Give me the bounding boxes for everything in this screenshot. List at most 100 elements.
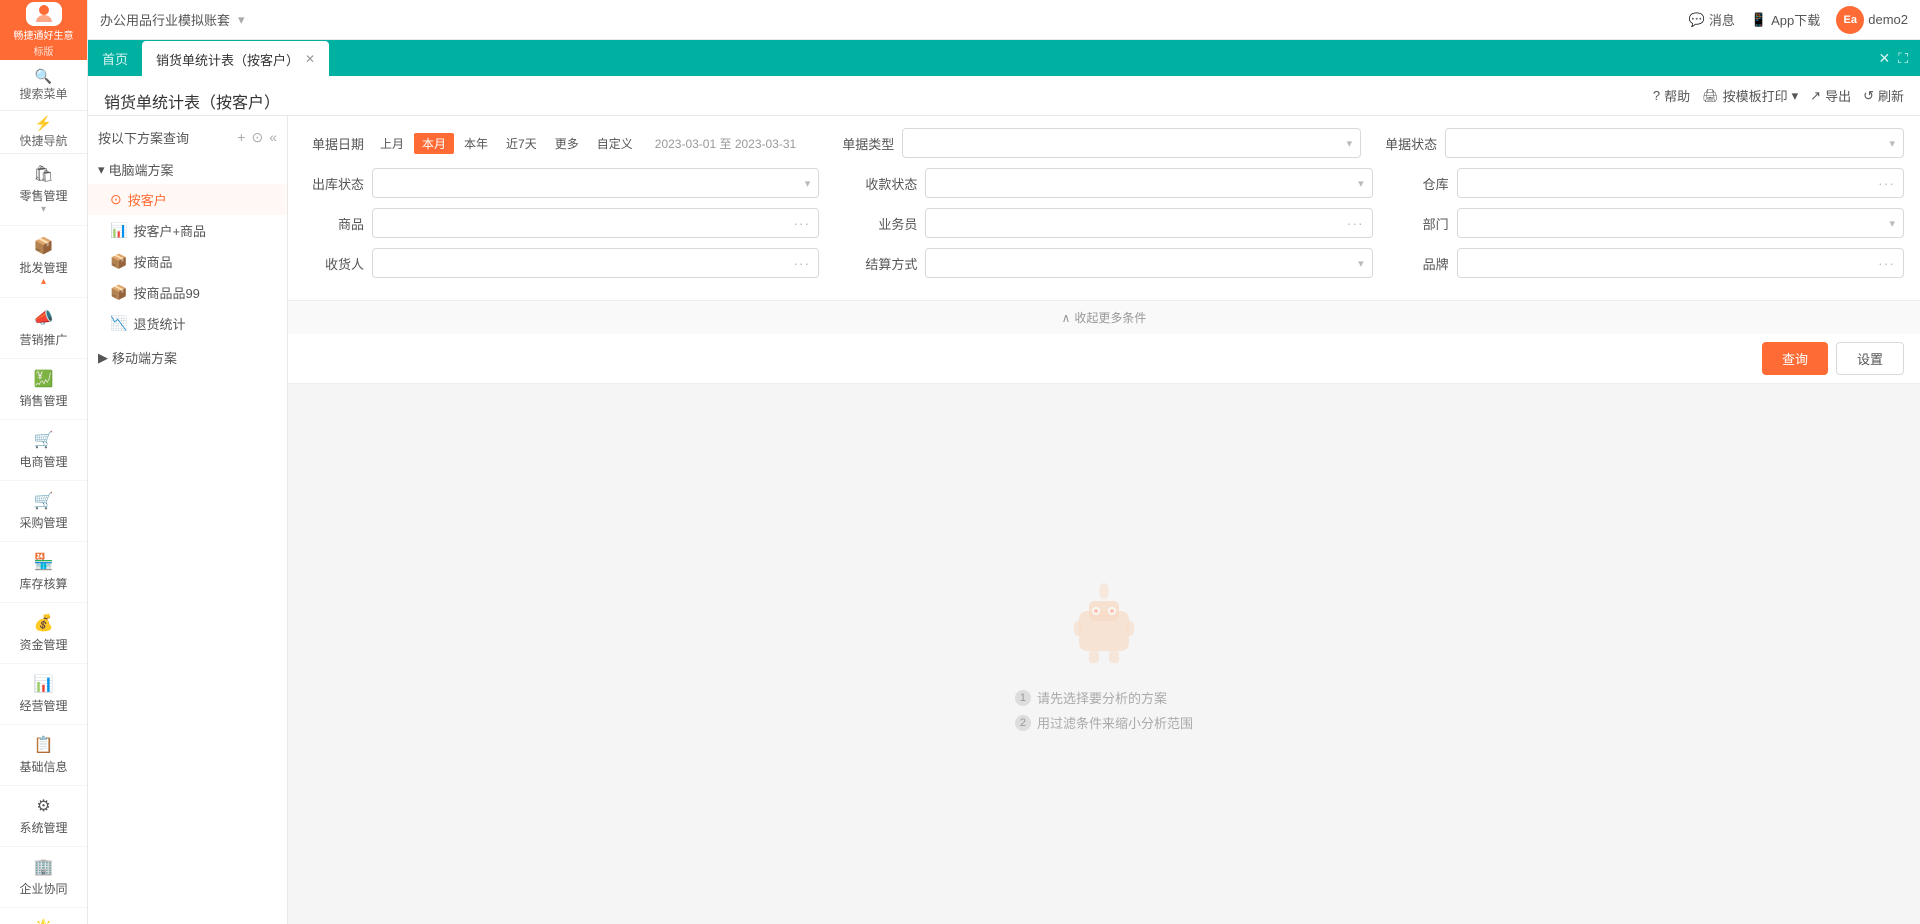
message-btn[interactable]: 💬 消息 — [1689, 10, 1735, 29]
sidebar-item-inventory[interactable]: 🏪 库存核算 — [0, 542, 87, 603]
recipient-label: 收货人 — [304, 254, 364, 273]
settings-plan-icon[interactable]: ⊙ — [251, 129, 263, 146]
retail-label: 零售管理 — [19, 187, 67, 204]
sidebar-item-marketing[interactable]: 📣 营销推广 — [0, 298, 87, 359]
finance-icon: 💰 — [34, 613, 54, 633]
tab-report[interactable]: 销货单统计表（按客户） ✕ — [142, 41, 329, 77]
mobile-group-label: 移动端方案 — [112, 348, 177, 367]
salesperson-label: 业务员 — [857, 214, 917, 233]
date-tab-custom[interactable]: 自定义 — [589, 133, 641, 154]
industry-label: 办公用品行业模拟账套 — [100, 10, 230, 29]
sidebar-item-ecommerce[interactable]: 🛒 电商管理 — [0, 420, 87, 481]
sidebar-item-newbie[interactable]: 🌟 新手引导 — [0, 908, 87, 924]
status-field[interactable]: ▾ — [1445, 128, 1904, 158]
warehouse-label: 仓库 — [1389, 174, 1449, 193]
sidebar-item-wholesale[interactable]: 📦 批发管理 ▴ — [0, 226, 87, 298]
user-profile-btn[interactable]: Ea demo2 — [1836, 6, 1908, 34]
tab-home[interactable]: 首页 — [88, 40, 142, 76]
system-icon: ⚙ — [36, 796, 50, 816]
sidebar-item-enterprise[interactable]: 🏢 企业协同 — [0, 847, 87, 908]
collapse-label: 收起更多条件 — [1074, 309, 1146, 326]
brand-field[interactable]: ··· — [1457, 248, 1904, 278]
brand-label: 品牌 — [1389, 254, 1449, 273]
date-tab-more[interactable]: 更多 — [547, 133, 587, 154]
sidebar-logo: 畅捷通好生意 标版 — [0, 0, 87, 60]
empty-tip-2: 2 用过滤条件来缩小分析范围 — [1015, 713, 1193, 732]
close-window-icon[interactable]: ✕ — [1878, 50, 1890, 67]
add-plan-icon[interactable]: + — [237, 129, 245, 146]
type-field[interactable]: ▾ — [902, 128, 1361, 158]
tip-num-1: 1 — [1015, 690, 1031, 706]
purchase-label: 采购管理 — [19, 514, 67, 531]
brand-name: 畅捷通好生意 — [14, 30, 74, 43]
plan-item-by-product[interactable]: 📦 按商品 — [88, 246, 287, 277]
date-tab-this-year[interactable]: 本年 — [456, 133, 496, 154]
tab-close-icon[interactable]: ✕ — [305, 52, 315, 66]
plan-group-desktop-title[interactable]: ▾ 电脑端方案 — [88, 155, 287, 184]
purchase-icon: 🛒 — [34, 491, 54, 511]
results-area: 1 请先选择要分析的方案 2 用过滤条件来缩小分析范围 — [288, 384, 1920, 924]
tip-2-text: 用过滤条件来缩小分析范围 — [1037, 713, 1193, 732]
out-status-field[interactable]: ▾ — [372, 168, 819, 198]
collapse-bar[interactable]: ∧ 收起更多条件 — [288, 300, 1920, 334]
by-product-99-label: 按商品品99 — [133, 283, 199, 302]
plan-item-by-customer-product[interactable]: 📊 按客户+商品 — [88, 215, 287, 246]
payment-field[interactable]: ▾ — [925, 248, 1372, 278]
left-panel-title: 按以下方案查询 — [98, 128, 189, 147]
empty-illustration — [1054, 576, 1154, 676]
retail-icon: 🛍 — [33, 164, 53, 184]
warehouse-dots-icon: ··· — [1878, 175, 1895, 191]
settings-button[interactable]: 设置 — [1836, 342, 1904, 375]
print-icon: 🖨 — [1702, 88, 1719, 104]
search-label: 搜索菜单 — [0, 85, 87, 102]
ecommerce-label: 电商管理 — [19, 453, 67, 470]
query-button[interactable]: 查询 — [1762, 342, 1828, 375]
user-name: demo2 — [1868, 12, 1908, 27]
sidebar-item-system[interactable]: ⚙ 系统管理 — [0, 786, 87, 847]
sidebar-item-retail[interactable]: 🛍 零售管理 ▾ — [0, 154, 87, 226]
refresh-btn[interactable]: ↺ 刷新 — [1863, 86, 1904, 115]
logo-icon — [26, 2, 62, 26]
sidebar-item-basic[interactable]: 📋 基础信息 — [0, 725, 87, 786]
industry-dropdown-icon[interactable]: ▾ — [238, 12, 245, 28]
sidebar-item-finance[interactable]: 💰 资金管理 — [0, 603, 87, 664]
help-btn[interactable]: ? 帮助 — [1653, 86, 1690, 115]
plan-item-return-stats[interactable]: 📉 退货统计 — [88, 308, 287, 339]
sidebar-item-operation[interactable]: 📊 经营管理 — [0, 664, 87, 725]
sidebar-search[interactable]: 🔍 搜索菜单 — [0, 60, 87, 111]
collapse-panel-icon[interactable]: « — [269, 129, 277, 146]
product-field[interactable]: ··· — [372, 208, 819, 238]
export-btn[interactable]: ↗ 导出 — [1810, 86, 1851, 115]
app-download-btn[interactable]: 📱 App下载 — [1751, 10, 1820, 29]
return-stats-label: 退货统计 — [133, 314, 185, 333]
sidebar-item-purchase[interactable]: 🛒 采购管理 — [0, 481, 87, 542]
plan-group-mobile-title[interactable]: ▶ 移动端方案 — [88, 343, 287, 372]
dept-label: 部门 — [1389, 214, 1449, 233]
salesperson-field[interactable]: ··· — [925, 208, 1372, 238]
receive-status-chevron-icon: ▾ — [1358, 177, 1364, 190]
recipient-field[interactable]: ··· — [372, 248, 819, 278]
maximize-icon[interactable]: ⛶ — [1898, 50, 1908, 67]
receive-status-field[interactable]: ▾ — [925, 168, 1372, 198]
sales-label: 销售管理 — [19, 392, 67, 409]
template-print-btn[interactable]: 🖨 按模板打印 ▾ — [1702, 86, 1798, 115]
by-product-label: 按商品 — [133, 252, 172, 271]
date-tab-last-month[interactable]: 上月 — [372, 133, 412, 154]
basic-label: 基础信息 — [19, 758, 67, 775]
empty-tips: 1 请先选择要分析的方案 2 用过滤条件来缩小分析范围 — [1015, 688, 1193, 732]
product-99-icon: 📦 — [110, 284, 127, 301]
page-title: 销货单统计表（按客户） — [104, 89, 280, 113]
recipient-dots-icon: ··· — [793, 255, 810, 271]
sidebar-nav[interactable]: ⚡ 快捷导航 — [0, 111, 87, 154]
sidebar-item-sales[interactable]: 💹 销售管理 — [0, 359, 87, 420]
collapse-arrow-icon: ▾ — [98, 162, 105, 178]
dept-chevron-icon: ▾ — [1889, 217, 1895, 230]
nav-label: 快捷导航 — [0, 132, 87, 149]
date-tab-7days[interactable]: 近7天 — [498, 133, 545, 154]
plan-item-by-customer[interactable]: ⊙ 按客户 — [88, 184, 287, 215]
warehouse-field[interactable]: ··· — [1457, 168, 1904, 198]
plan-item-by-product-99[interactable]: 📦 按商品品99 — [88, 277, 287, 308]
body-split: 按以下方案查询 + ⊙ « ▾ 电脑端方案 ⊙ 按客户 — [88, 116, 1920, 924]
date-tab-this-month[interactable]: 本月 — [414, 133, 454, 154]
dept-field[interactable]: ▾ — [1457, 208, 1904, 238]
